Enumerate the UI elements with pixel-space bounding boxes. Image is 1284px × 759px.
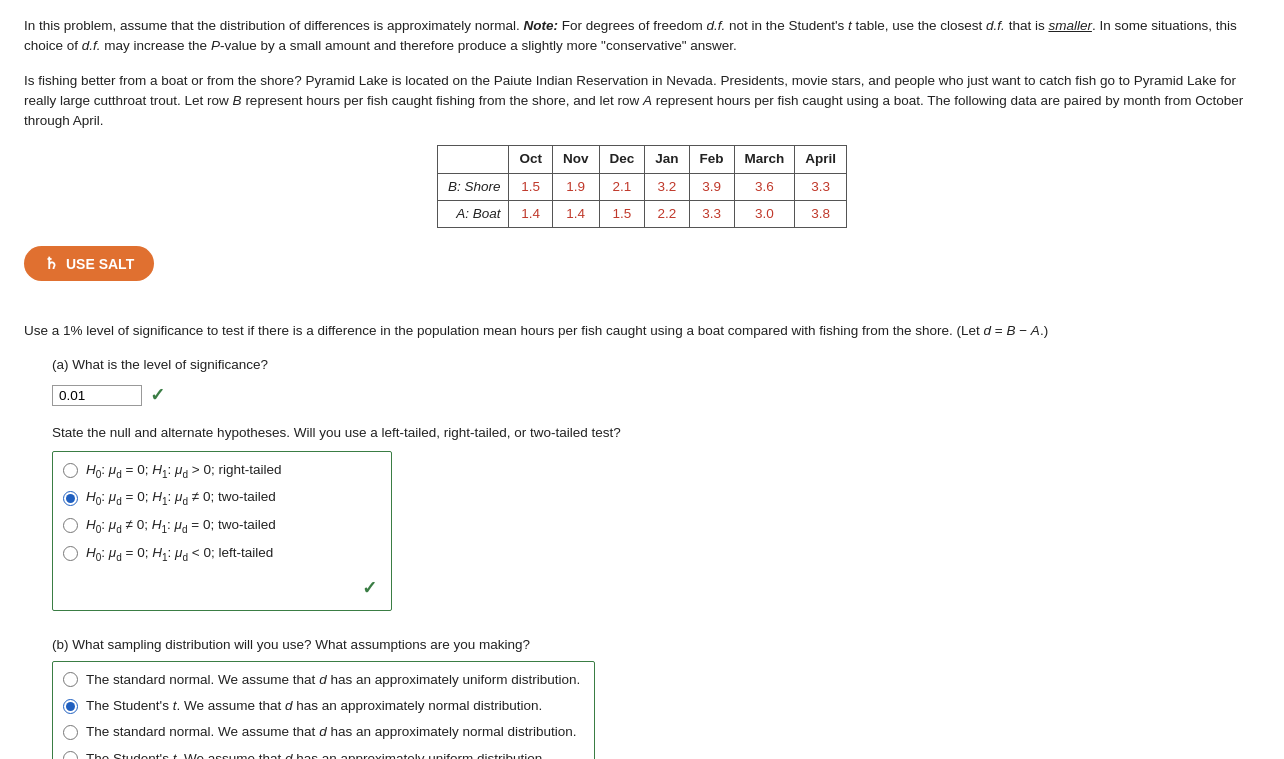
table-header-dec: Dec	[599, 146, 645, 173]
sampling-option-1: The standard normal. We assume that d ha…	[63, 670, 580, 690]
table-cell-r0-c4: 3.9	[689, 173, 734, 200]
hypotheses-section: State the null and alternate hypotheses.…	[52, 423, 1260, 621]
hypotheses-label: State the null and alternate hypotheses.…	[52, 423, 1260, 443]
table-cell-r0-c2: 2.1	[599, 173, 645, 200]
table-header-april: April	[795, 146, 847, 173]
hypothesis-option-1: H0: μd = 0; H1: μd > 0; right-tailed	[63, 460, 377, 482]
table-header-jan: Jan	[645, 146, 689, 173]
table-header-empty	[437, 146, 509, 173]
data-table: Oct Nov Dec Jan Feb March April B: Shore…	[437, 145, 847, 228]
sampling-radio-4[interactable]	[63, 751, 78, 759]
hypothesis-check-icon: ✓	[362, 575, 377, 602]
table-cell-r1-c6: 3.8	[795, 200, 847, 227]
significance-check-icon: ✓	[150, 382, 165, 409]
hypothesis-radio-2[interactable]	[63, 491, 78, 506]
hypothesis-option-4: H0: μd = 0; H1: μd < 0; left-tailed	[63, 543, 377, 565]
part-b-label: (b) What sampling distribution will you …	[52, 635, 1260, 655]
hypothesis-radio-4[interactable]	[63, 546, 78, 561]
part-a: (a) What is the level of significance? ✓	[52, 355, 1260, 408]
part-a-label: (a) What is the level of significance?	[52, 355, 1260, 375]
table-header-oct: Oct	[509, 146, 553, 173]
table-cell-r0-c5: 3.6	[734, 173, 795, 200]
hypothesis-label-2: H0: μd = 0; H1: μd ≠ 0; two-tailed	[86, 487, 276, 509]
sampling-label-3: The standard normal. We assume that d ha…	[86, 722, 577, 742]
hypothesis-label-1: H0: μd = 0; H1: μd > 0; right-tailed	[86, 460, 281, 482]
hypothesis-label-4: H0: μd = 0; H1: μd < 0; left-tailed	[86, 543, 273, 565]
table-header-march: March	[734, 146, 795, 173]
hypothesis-radio-1[interactable]	[63, 463, 78, 478]
data-table-wrapper: Oct Nov Dec Jan Feb March April B: Shore…	[24, 145, 1260, 228]
intro-text-1: In this problem, assume that the distrib…	[24, 16, 1260, 57]
table-cell-r0-c0: 1.5	[509, 173, 553, 200]
table-cell-r1-c0: 1.4	[509, 200, 553, 227]
hypothesis-radio-3[interactable]	[63, 518, 78, 533]
hypothesis-option-2: H0: μd = 0; H1: μd ≠ 0; two-tailed	[63, 487, 377, 509]
table-cell-r0-c1: 1.9	[552, 173, 599, 200]
sampling-radio-1[interactable]	[63, 672, 78, 687]
table-cell-r1-c1: 1.4	[552, 200, 599, 227]
problem-text: Is fishing better from a boat or from th…	[24, 71, 1260, 132]
sampling-label-4: The Student's t. We assume that d has an…	[86, 749, 546, 760]
sampling-option-4: The Student's t. We assume that d has an…	[63, 749, 580, 760]
sampling-label-2: The Student's t. We assume that d has an…	[86, 696, 542, 716]
table-cell-r0-c3: 3.2	[645, 173, 689, 200]
main-question: Use a 1% level of significance to test i…	[24, 321, 1260, 341]
hypothesis-label-3: H0: μd ≠ 0; H1: μd = 0; two-tailed	[86, 515, 276, 537]
table-header-nov: Nov	[552, 146, 599, 173]
table-row-label-1: A: Boat	[437, 200, 509, 227]
part-b: (b) What sampling distribution will you …	[52, 635, 1260, 760]
sampling-option-2: The Student's t. We assume that d has an…	[63, 696, 580, 716]
table-row-label-0: B: Shore	[437, 173, 509, 200]
sampling-radio-box: The standard normal. We assume that d ha…	[52, 661, 595, 759]
table-cell-r0-c6: 3.3	[795, 173, 847, 200]
sampling-radio-2[interactable]	[63, 699, 78, 714]
table-cell-r1-c5: 3.0	[734, 200, 795, 227]
significance-input[interactable]	[52, 385, 142, 406]
sampling-label-1: The standard normal. We assume that d ha…	[86, 670, 580, 690]
hypotheses-radio-box: H0: μd = 0; H1: μd > 0; right-tailed H0:…	[52, 451, 392, 611]
table-cell-r1-c2: 1.5	[599, 200, 645, 227]
salt-icon: ♄	[44, 254, 58, 273]
table-cell-r1-c4: 3.3	[689, 200, 734, 227]
use-salt-label: USE SALT	[66, 256, 134, 272]
table-header-feb: Feb	[689, 146, 734, 173]
table-cell-r1-c3: 2.2	[645, 200, 689, 227]
sampling-option-3: The standard normal. We assume that d ha…	[63, 722, 580, 742]
sampling-radio-3[interactable]	[63, 725, 78, 740]
use-salt-button[interactable]: ♄ USE SALT	[24, 246, 154, 281]
hypothesis-option-3: H0: μd ≠ 0; H1: μd = 0; two-tailed	[63, 515, 377, 537]
